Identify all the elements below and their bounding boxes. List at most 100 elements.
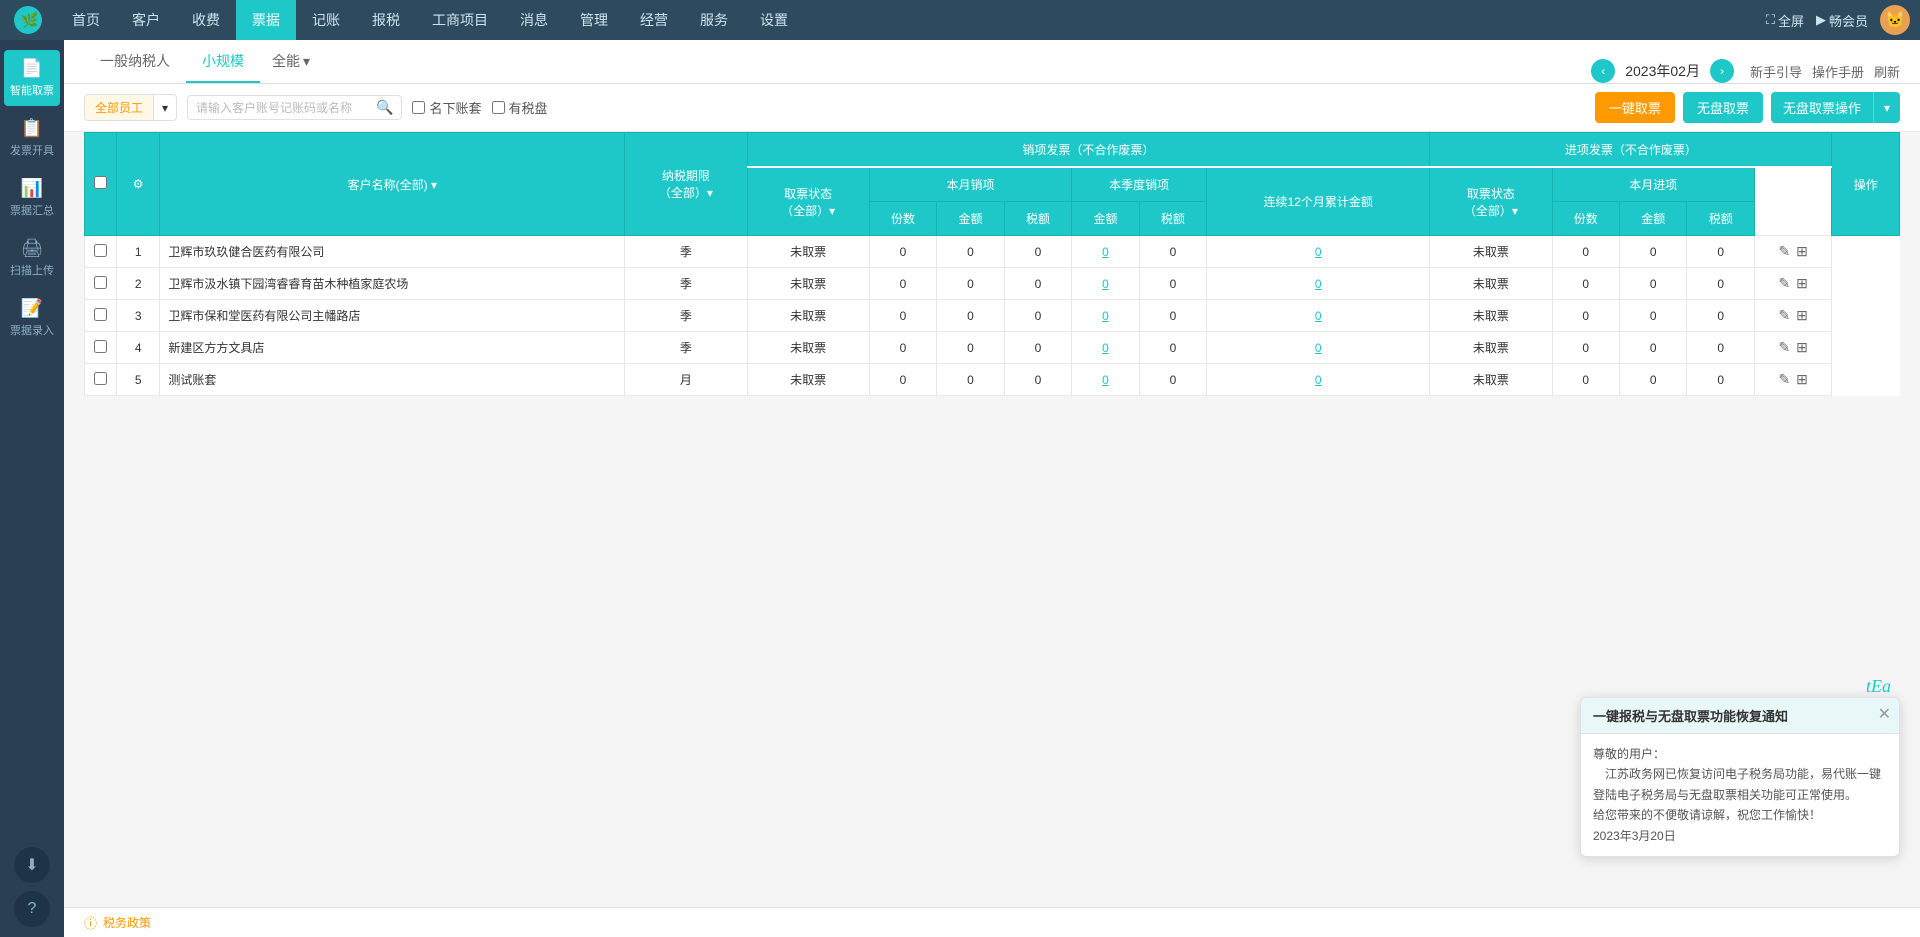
nav-client[interactable]: 客户 — [116, 0, 176, 40]
row-checkbox-1[interactable] — [94, 276, 107, 289]
row-check[interactable] — [85, 236, 117, 268]
notification-close-btn[interactable]: ✕ — [1878, 704, 1891, 724]
one-key-fetch-btn[interactable]: 一键取票 — [1595, 92, 1675, 123]
row-edit-icon[interactable]: ✎ — [1778, 339, 1790, 356]
refresh-btn[interactable]: 刷新 — [1874, 62, 1900, 81]
row-out-month-tax: 0 — [1004, 332, 1071, 364]
row-edit-icon[interactable]: ✎ — [1778, 307, 1790, 324]
row-check[interactable] — [85, 268, 117, 300]
row-check[interactable] — [85, 300, 117, 332]
sidebar-item-invoice-summary[interactable]: 📊 票据汇总 — [4, 170, 60, 226]
sidebar-help-btn[interactable]: ? — [14, 891, 50, 927]
row-in-month-tax: 0 — [1687, 300, 1754, 332]
row-actions: ✎ ⊞ — [1754, 300, 1831, 332]
manual-btn[interactable]: 操作手册 — [1812, 62, 1864, 81]
sidebar-item-invoice-open[interactable]: 📋 发票开具 — [4, 110, 60, 166]
row-out-status: 未取票 — [747, 332, 869, 364]
top-nav: 🌿 首页 客户 收费 票据 记账 报税 工商项目 消息 管理 经营 服务 设置 … — [0, 0, 1920, 40]
svg-text:🌿: 🌿 — [21, 12, 38, 29]
row-out-month-amount: 0 — [937, 300, 1004, 332]
nav-invoice[interactable]: 票据 — [236, 0, 296, 40]
row-out-month-amount: 0 — [937, 364, 1004, 396]
row-check[interactable] — [85, 364, 117, 396]
th-settings[interactable]: ⚙ — [117, 133, 160, 236]
no-disk-ops-dropdown-btn[interactable]: ▾ — [1873, 92, 1900, 123]
search-input[interactable] — [196, 101, 376, 115]
row-out-quarter-tax: 0 — [1139, 268, 1206, 300]
tab-small-scale[interactable]: 小规模 — [186, 40, 260, 83]
sidebar-item-invoice-entry[interactable]: 📝 票据录入 — [4, 290, 60, 346]
account-filter-checkbox[interactable]: 名下账套 — [412, 98, 481, 117]
notification-popup: ✕ 一键报税与无盘取票功能恢复通知 尊敬的用户： 江苏政务网已恢复访问电子税务局… — [1580, 697, 1900, 857]
vip-btn[interactable]: ▶ 畅会员 — [1816, 11, 1868, 30]
row-edit-icon[interactable]: ✎ — [1778, 243, 1790, 260]
row-out-month-tax: 0 — [1004, 236, 1071, 268]
sidebar-bottom: ⬇ ? — [14, 847, 50, 927]
row-index: 3 — [117, 300, 160, 332]
nav-home[interactable]: 首页 — [56, 0, 116, 40]
th-sales-quarter-amount: 金额 — [1072, 202, 1139, 236]
date-next-btn[interactable]: › — [1710, 59, 1734, 83]
avatar[interactable]: 🐱 — [1880, 5, 1910, 35]
nav-business[interactable]: 工商项目 — [416, 0, 504, 40]
search-box: 🔍 — [187, 95, 402, 120]
filter-dropdown[interactable]: ▾ — [154, 97, 176, 119]
tax-policy-link[interactable]: 税务政策 — [103, 914, 151, 931]
logo: 🌿 — [10, 2, 46, 38]
nav-bookkeeping[interactable]: 记账 — [296, 0, 356, 40]
th-sales-status: 取票状态（全部）▾ — [747, 167, 869, 236]
nav-fee[interactable]: 收费 — [176, 0, 236, 40]
sidebar-item-smart-fetch[interactable]: 📄 智能取票 — [4, 50, 60, 106]
group-header-row: ⚙ 客户名称(全部) ▾ 纳税期限（全部）▾ 销项发票（不合作废票） 进项发票（… — [85, 133, 1900, 168]
row-check[interactable] — [85, 332, 117, 364]
nav-tax[interactable]: 报税 — [356, 0, 416, 40]
table-row: 2 卫辉市汲水镇下园湾睿睿育苗木种植家庭农场 季 未取票 0 0 0 0 0 0… — [85, 268, 1900, 300]
th-client-name: 客户名称(全部) ▾ — [160, 133, 625, 236]
row-out-month-amount: 0 — [937, 332, 1004, 364]
date-prev-btn[interactable]: ‹ — [1591, 59, 1615, 83]
th-purchase-group: 进项发票（不合作废票） — [1430, 133, 1832, 168]
nav-settings[interactable]: 设置 — [744, 0, 804, 40]
row-checkbox-0[interactable] — [94, 244, 107, 257]
row-view-icon[interactable]: ⊞ — [1796, 371, 1808, 388]
row-out-quarter-tax: 0 — [1139, 332, 1206, 364]
tab-general-taxpayer[interactable]: 一般纳税人 — [84, 40, 186, 83]
sidebar-download-btn[interactable]: ⬇ — [14, 847, 50, 883]
tab-all[interactable]: 全能 ▾ — [260, 40, 322, 83]
th-sales-month-count: 份数 — [869, 202, 936, 236]
nav-service[interactable]: 服务 — [684, 0, 744, 40]
select-all-checkbox[interactable] — [94, 176, 107, 189]
search-button[interactable]: 🔍 — [376, 99, 393, 116]
row-view-icon[interactable]: ⊞ — [1796, 339, 1808, 356]
new-guide-btn[interactable]: 新手引导 — [1750, 62, 1802, 81]
nav-manage[interactable]: 管理 — [564, 0, 624, 40]
row-checkbox-3[interactable] — [94, 340, 107, 353]
row-out-month-amount: 0 — [937, 236, 1004, 268]
th-purchase-month: 本月进项 — [1552, 167, 1754, 202]
nav-message[interactable]: 消息 — [504, 0, 564, 40]
sidebar-item-scan-upload[interactable]: 🖨 扫描上传 — [4, 230, 60, 286]
row-checkbox-4[interactable] — [94, 372, 107, 385]
no-disk-fetch-btn[interactable]: 无盘取票 — [1683, 92, 1763, 123]
row-view-icon[interactable]: ⊞ — [1796, 243, 1808, 260]
fullscreen-btn[interactable]: ⛶ 全屏 — [1766, 11, 1804, 30]
row-in-month-tax: 0 — [1687, 268, 1754, 300]
tax-disk-checkbox-input[interactable] — [492, 101, 505, 114]
nav-operation[interactable]: 经营 — [624, 0, 684, 40]
row-out-status: 未取票 — [747, 236, 869, 268]
invoice-open-icon: 📋 — [21, 118, 43, 139]
row-period: 季 — [625, 268, 747, 300]
row-in-status: 未取票 — [1430, 332, 1552, 364]
row-checkbox-2[interactable] — [94, 308, 107, 321]
tax-disk-filter-checkbox[interactable]: 有税盘 — [492, 98, 548, 117]
row-view-icon[interactable]: ⊞ — [1796, 307, 1808, 324]
row-view-icon[interactable]: ⊞ — [1796, 275, 1808, 292]
th-purchase-status: 取票状态（全部）▾ — [1430, 167, 1552, 236]
employee-filter[interactable]: 全部员工 ▾ — [84, 94, 177, 121]
filter-label: 全部员工 — [85, 95, 154, 120]
row-in-status: 未取票 — [1430, 300, 1552, 332]
row-edit-icon[interactable]: ✎ — [1778, 275, 1790, 292]
account-checkbox-input[interactable] — [412, 101, 425, 114]
row-edit-icon[interactable]: ✎ — [1778, 371, 1790, 388]
row-in-month-tax: 0 — [1687, 236, 1754, 268]
